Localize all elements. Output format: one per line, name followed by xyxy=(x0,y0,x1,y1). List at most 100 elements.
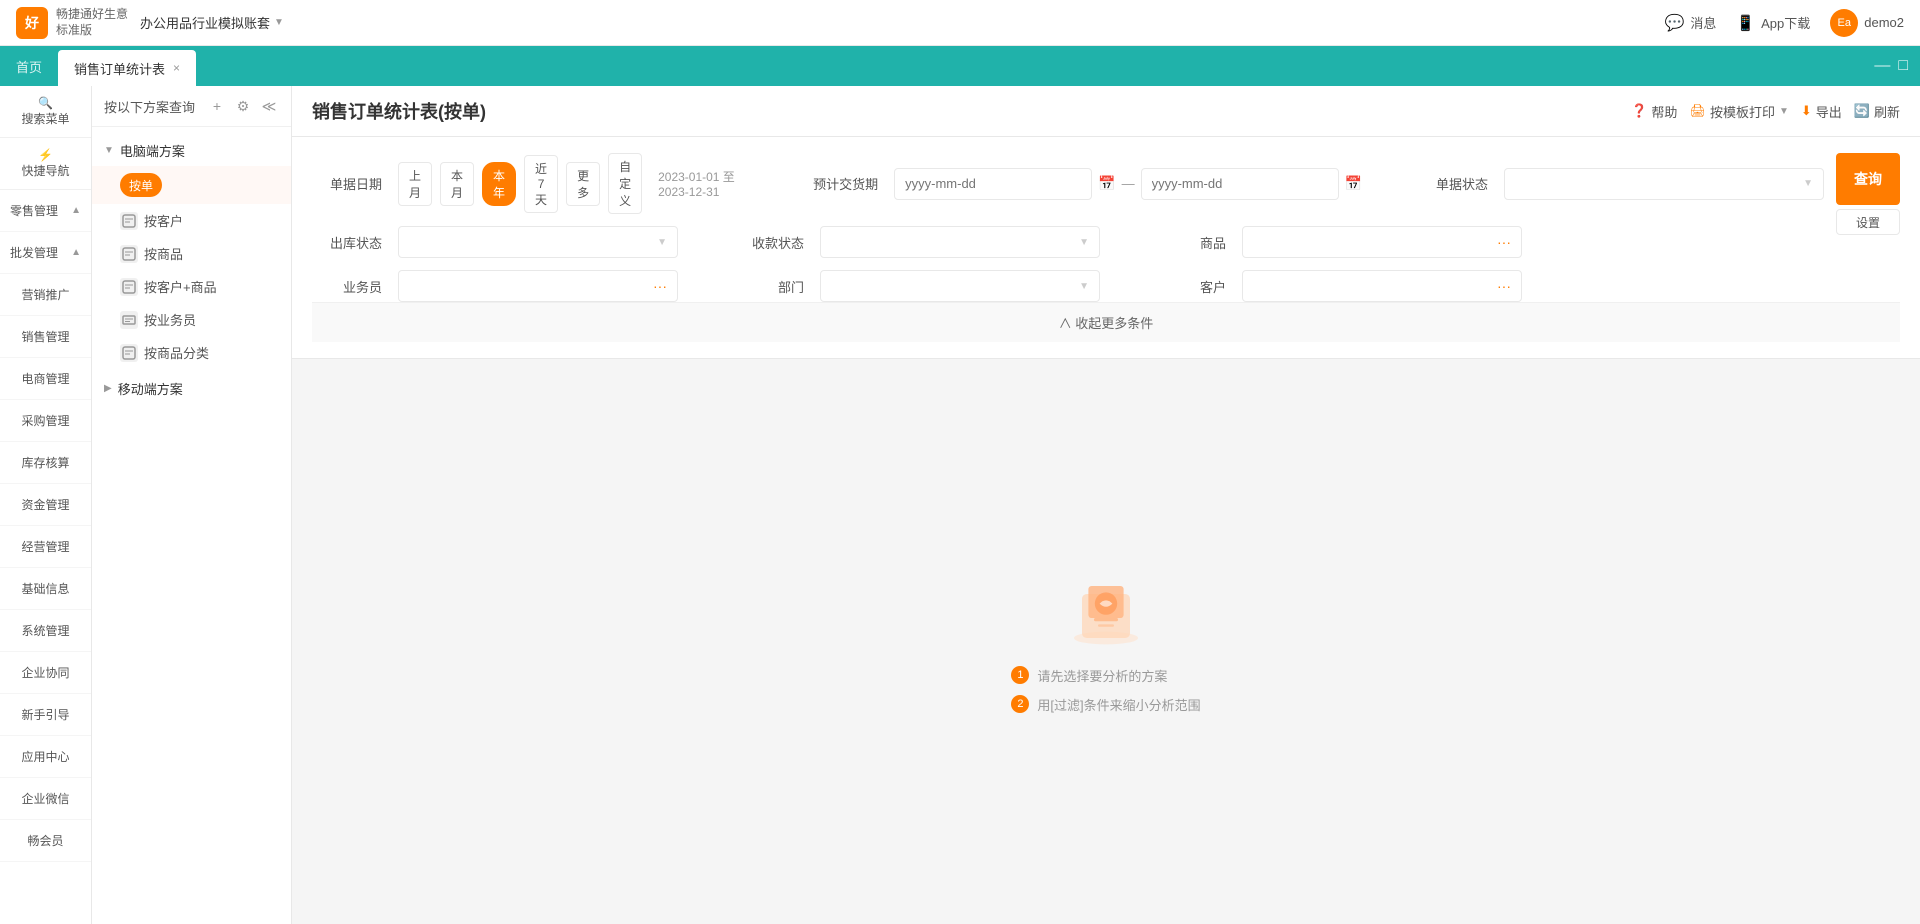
expected-date-input-group: 📅 — 📅 xyxy=(894,168,1362,200)
template-print-button[interactable]: 🖨 按模板打印 ▼ xyxy=(1689,102,1788,121)
collapse-bar[interactable]: ∧ 收起更多条件 xyxy=(312,302,1900,342)
user-menu[interactable]: Ea demo2 xyxy=(1830,9,1904,37)
sidebar-item-finance[interactable]: 资金管理 xyxy=(0,484,91,526)
scheme-customer-icon xyxy=(120,212,138,230)
date-btn-this-year[interactable]: 本年 xyxy=(482,162,516,206)
date-btn-7days[interactable]: 近7天 xyxy=(524,155,558,213)
scheme-customer-goods-icon xyxy=(120,278,138,296)
export-icon: ⬇ xyxy=(1801,103,1812,119)
left-panel-title: 按以下方案查询 xyxy=(104,97,195,116)
page-body: 按以下方案查询 + ⚙ ≪ ▼ 电脑端方案 按单 xyxy=(92,86,1920,924)
scheme-tree: ▼ 电脑端方案 按单 按客户 xyxy=(92,127,291,412)
sidebar-item-retail[interactable]: 零售管理 ▲ xyxy=(0,190,91,232)
tab-bar-actions: — □ xyxy=(1874,57,1920,75)
date-btn-custom[interactable]: 自定义 xyxy=(608,153,642,214)
content-area: 按以下方案查询 + ⚙ ≪ ▼ 电脑端方案 按单 xyxy=(92,86,1920,924)
sidebar-item-ecommerce[interactable]: 电商管理 xyxy=(0,358,91,400)
tree-child-by-category[interactable]: 按商品分类 xyxy=(92,336,291,369)
tab-home[interactable]: 首页 xyxy=(0,46,58,86)
sidebar-item-enterprise[interactable]: 企业协同 xyxy=(0,652,91,694)
goods-more-icon[interactable]: ··· xyxy=(1497,234,1511,250)
wholesale-arrow-icon: ▲ xyxy=(71,247,81,258)
sidebar-item-member[interactable]: 畅会员 xyxy=(0,820,91,862)
sidebar-item-operations[interactable]: 经营管理 xyxy=(0,526,91,568)
sidebar-item-basic-info[interactable]: 基础信息 xyxy=(0,568,91,610)
customer-more-icon[interactable]: ··· xyxy=(1497,278,1511,294)
tree-child-by-customer[interactable]: 按客户 xyxy=(92,204,291,237)
empty-illustration xyxy=(1056,570,1156,650)
filter-row-1: 单据日期 上月 本月 本年 近7天 更多 自定义 2023-01-01 至 20… xyxy=(312,153,1824,214)
settings-scheme-button[interactable]: ⚙ xyxy=(233,96,253,116)
refresh-button[interactable]: 🔄 刷新 xyxy=(1854,102,1900,121)
message-button[interactable]: 💬 消息 xyxy=(1664,13,1716,33)
empty-tips: 1 请先选择要分析的方案 2 用[过滤]条件来缩小分析范围 xyxy=(1011,666,1200,714)
date-btn-this-month[interactable]: 本月 xyxy=(440,162,474,206)
date-button-group: 上月 本月 本年 近7天 更多 自定义 xyxy=(398,153,642,214)
expand-arrow-icon: ▼ xyxy=(104,145,114,156)
tree-pc-section[interactable]: ▼ 电脑端方案 xyxy=(92,135,291,166)
salesperson-select[interactable]: ··· xyxy=(398,270,678,302)
payment-status-label: 收款状态 xyxy=(734,233,804,252)
download-icon: 📱 xyxy=(1736,14,1755,32)
settings-button[interactable]: 设置 xyxy=(1836,209,1900,235)
app-download-button[interactable]: 📱 App下载 xyxy=(1736,13,1810,32)
top-bar: 好 畅捷通好生意 标准版 办公用品行业模拟账套 ▼ 💬 消息 📱 App下载 E… xyxy=(0,0,1920,46)
date-range-text: 2023-01-01 至 2023-12-31 xyxy=(658,168,752,199)
status-dropdown-icon: ▼ xyxy=(1803,178,1813,189)
sidebar-item-purchase[interactable]: 采购管理 xyxy=(0,400,91,442)
sidebar-item-wechat[interactable]: 企业微信 xyxy=(0,778,91,820)
sidebar-item-system[interactable]: 系统管理 xyxy=(0,610,91,652)
query-button[interactable]: 查询 xyxy=(1836,153,1900,205)
left-panel: 按以下方案查询 + ⚙ ≪ ▼ 电脑端方案 按单 xyxy=(92,86,292,924)
help-icon: ❓ xyxy=(1631,103,1647,119)
collapse-panel-button[interactable]: ≪ xyxy=(259,96,279,116)
date-btn-more[interactable]: 更多 xyxy=(566,162,600,206)
customer-select[interactable]: ··· xyxy=(1242,270,1522,302)
calendar-start-icon[interactable]: 📅 xyxy=(1098,175,1115,192)
department-dropdown-icon: ▼ xyxy=(1079,281,1089,292)
tree-child-by-order[interactable]: 按单 xyxy=(92,166,291,204)
expected-date-end-input[interactable] xyxy=(1141,168,1339,200)
breadcrumb[interactable]: 办公用品行业模拟账套 ▼ xyxy=(140,13,284,32)
status-select[interactable]: ▼ xyxy=(1504,168,1824,200)
salesperson-more-icon[interactable]: ··· xyxy=(653,278,667,294)
shortcut-icon: ⚡ xyxy=(38,148,53,162)
sidebar-item-inventory[interactable]: 库存核算 xyxy=(0,442,91,484)
delivery-status-select[interactable]: ▼ xyxy=(398,226,678,258)
tab-active[interactable]: 销售订单统计表 × xyxy=(58,50,196,86)
top-bar-right: 💬 消息 📱 App下载 Ea demo2 xyxy=(1664,9,1904,37)
help-button[interactable]: ❓ 帮助 xyxy=(1631,102,1677,121)
sidebar-item-sales[interactable]: 销售管理 xyxy=(0,316,91,358)
filter-btn-area: 查询 设置 xyxy=(1824,153,1900,302)
page-header-actions: ❓ 帮助 🖨 按模板打印 ▼ ⬇ 导出 🔄 xyxy=(1631,102,1900,121)
expected-date-start-input[interactable] xyxy=(894,168,1092,200)
salesperson-label: 业务员 xyxy=(312,277,382,296)
department-select[interactable]: ▼ xyxy=(820,270,1100,302)
date-btn-last-month[interactable]: 上月 xyxy=(398,162,432,206)
date-dash: — xyxy=(1122,176,1135,191)
payment-status-select[interactable]: ▼ xyxy=(820,226,1100,258)
sidebar-search[interactable]: 🔍 搜索菜单 xyxy=(0,86,91,138)
sidebar-item-wholesale[interactable]: 批发管理 ▲ xyxy=(0,232,91,274)
goods-select[interactable]: ··· xyxy=(1242,226,1522,258)
print-dropdown-icon[interactable]: ▼ xyxy=(1779,106,1789,117)
tip-num-1: 1 xyxy=(1011,666,1029,684)
tab-close-icon[interactable]: × xyxy=(173,61,180,75)
add-scheme-button[interactable]: + xyxy=(207,96,227,116)
date-label: 单据日期 xyxy=(312,174,382,193)
tab-maximize-icon[interactable]: □ xyxy=(1898,57,1908,75)
tree-child-by-salesperson[interactable]: 按业务员 xyxy=(92,303,291,336)
tree-mobile-section[interactable]: ▶ 移动端方案 xyxy=(92,373,291,404)
tab-minimize-icon[interactable]: — xyxy=(1874,57,1890,75)
sidebar-item-marketing[interactable]: 营销推广 xyxy=(0,274,91,316)
retail-arrow-icon: ▲ xyxy=(71,205,81,216)
sidebar-item-app-center[interactable]: 应用中心 xyxy=(0,736,91,778)
tree-child-by-customer-goods[interactable]: 按客户+商品 xyxy=(92,270,291,303)
delivery-status-label: 出库状态 xyxy=(312,233,382,252)
tree-child-by-goods[interactable]: 按商品 xyxy=(92,237,291,270)
sidebar-shortcut[interactable]: ⚡ 快捷导航 xyxy=(0,138,91,190)
sidebar-item-newbie[interactable]: 新手引导 xyxy=(0,694,91,736)
calendar-end-icon[interactable]: 📅 xyxy=(1345,175,1362,192)
export-button[interactable]: ⬇ 导出 xyxy=(1801,102,1842,121)
top-bar-left: 好 畅捷通好生意 标准版 办公用品行业模拟账套 ▼ xyxy=(16,7,284,39)
